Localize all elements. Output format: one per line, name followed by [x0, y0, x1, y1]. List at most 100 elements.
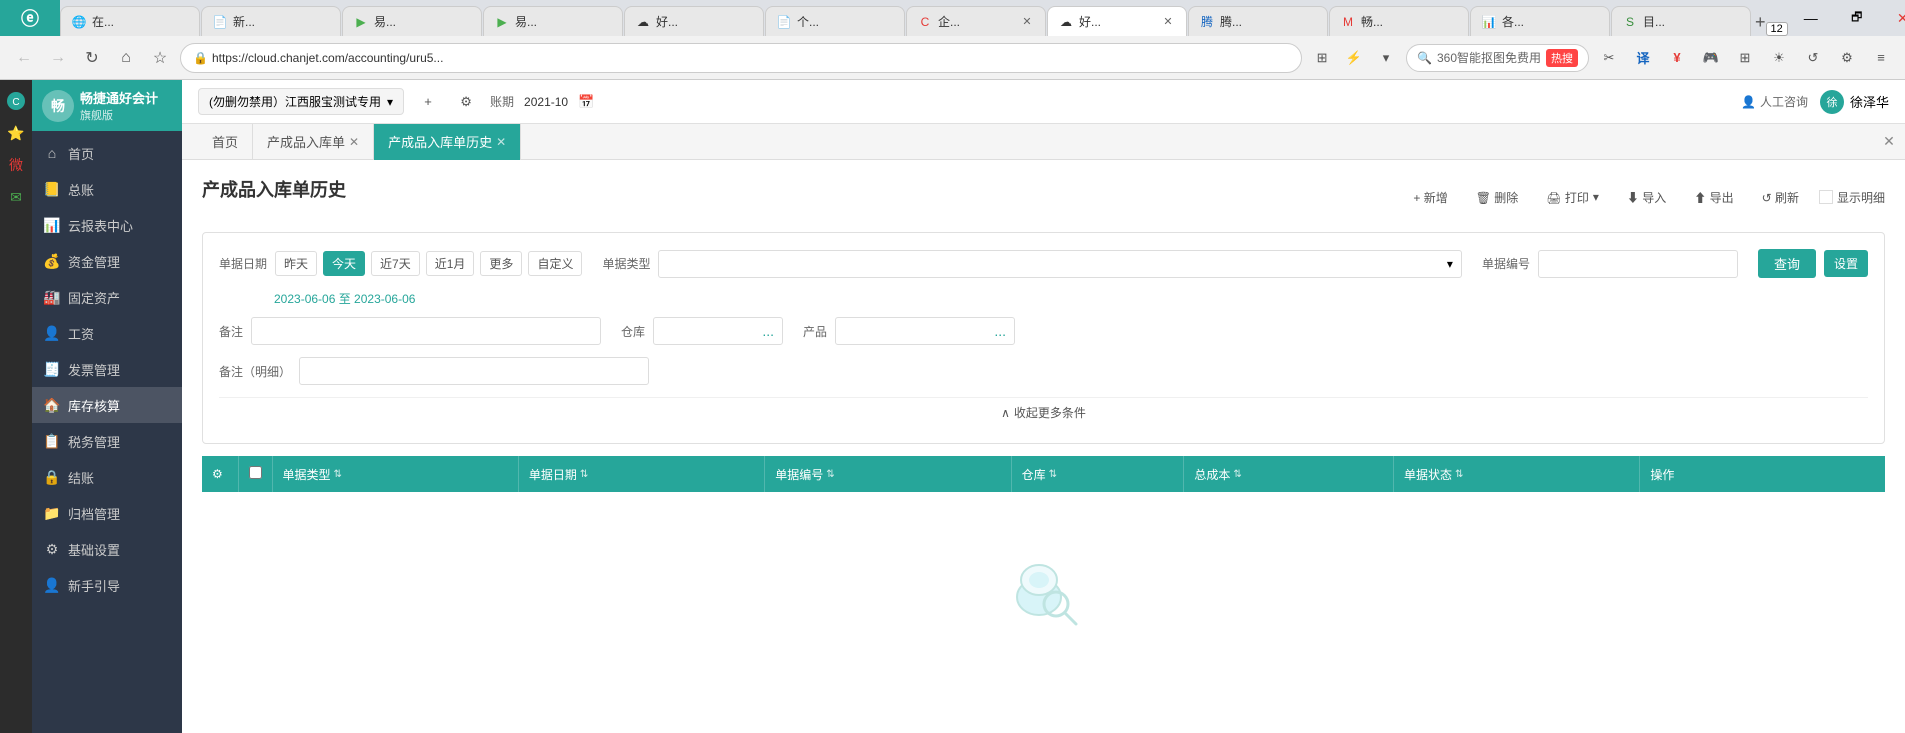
icon-sidebar-mail[interactable]: ✉: [3, 184, 29, 210]
show-cols-checkbox[interactable]: [1819, 190, 1833, 204]
th-cost[interactable]: 总成本 ⇅: [1184, 456, 1394, 492]
sidebar-item-archive[interactable]: 📁 归档管理: [32, 495, 182, 531]
sidebar-item-newuser[interactable]: 👤 新手引导: [32, 567, 182, 603]
tab-11[interactable]: 📊 各...: [1470, 6, 1610, 36]
sidebar-item-payroll[interactable]: 👤 工资: [32, 315, 182, 351]
delete-button[interactable]: 🗑 删除: [1468, 185, 1527, 210]
tab-breadcrumb-home[interactable]: 首页: [198, 124, 253, 160]
brightness-button[interactable]: ☀: [1765, 44, 1793, 72]
icon-sidebar-weibo[interactable]: 微: [3, 152, 29, 178]
date-btn-today[interactable]: 今天: [323, 251, 365, 276]
warehouse-more-icon[interactable]: ...: [762, 323, 774, 339]
new-tab-button[interactable]: +: [1755, 8, 1766, 36]
lightning-button[interactable]: ⚡: [1340, 44, 1368, 72]
th-date[interactable]: 单据日期 ⇅: [518, 456, 764, 492]
back-button[interactable]: ←: [10, 44, 38, 72]
close-window-button[interactable]: ✕: [1880, 0, 1905, 36]
date-btn-yesterday[interactable]: 昨天: [275, 251, 317, 276]
extensions-button[interactable]: ⊞: [1308, 44, 1336, 72]
product-selector[interactable]: ...: [835, 317, 1015, 345]
browser-settings-button[interactable]: ⚙: [1833, 44, 1861, 72]
tab-9[interactable]: 腾 腾...: [1188, 6, 1328, 36]
company-selector[interactable]: (勿删勿禁用）江西服宝测试专用 ▾: [198, 88, 404, 115]
forward-button[interactable]: →: [44, 44, 72, 72]
tab-4[interactable]: ▶ 易...: [483, 6, 623, 36]
th-type[interactable]: 单据类型 ⇅: [272, 456, 518, 492]
calendar-icon[interactable]: 📅: [578, 94, 594, 110]
panel-close-button[interactable]: ✕: [1877, 130, 1901, 154]
select-all-checkbox[interactable]: [249, 466, 262, 479]
tab-8-close-icon[interactable]: ✕: [1160, 14, 1176, 30]
bookmark-button[interactable]: ☆: [146, 44, 174, 72]
maximize-button[interactable]: 🗗: [1834, 0, 1880, 36]
service-button[interactable]: 👤 人工咨询: [1741, 93, 1808, 110]
add-company-button[interactable]: +: [414, 88, 442, 116]
dropdown-button[interactable]: ▾: [1372, 44, 1400, 72]
sidebar-item-close[interactable]: 🔒 结账: [32, 459, 182, 495]
company-settings-button[interactable]: ⚙: [452, 88, 480, 116]
sidebar-item-basic[interactable]: ⚙ 基础设置: [32, 531, 182, 567]
date-btn-more[interactable]: 更多: [480, 251, 522, 276]
sidebar-item-inventory[interactable]: 🏠 库存核算: [32, 387, 182, 423]
translate-button[interactable]: 译: [1629, 44, 1657, 72]
url-bar[interactable]: 🔒 https://cloud.chanjet.com/accounting/u…: [180, 43, 1302, 73]
game-button[interactable]: 🎮: [1697, 44, 1725, 72]
th-settings[interactable]: ⚙: [202, 456, 238, 492]
type-selector[interactable]: ▾: [658, 250, 1461, 278]
th-no[interactable]: 单据编号 ⇅: [765, 456, 1011, 492]
import-button[interactable]: ⬇ 导入: [1619, 185, 1674, 210]
minimize-button[interactable]: —: [1788, 0, 1834, 36]
user-profile[interactable]: 徐 徐泽华: [1820, 90, 1889, 114]
voucher-no-input[interactable]: [1538, 250, 1738, 278]
th-status[interactable]: 单据状态 ⇅: [1394, 456, 1640, 492]
scissors-button[interactable]: ✂: [1595, 44, 1623, 72]
sidebar-item-fixed[interactable]: 🏭 固定资产: [32, 279, 182, 315]
icon-sidebar-circle[interactable]: C: [3, 88, 29, 114]
date-btn-custom[interactable]: 自定义: [528, 251, 582, 276]
remark-detail-input[interactable]: [299, 357, 649, 385]
tab-5[interactable]: ☁ 好...: [624, 6, 764, 36]
tab-1[interactable]: 🌐 在...: [60, 6, 200, 36]
sidebar-item-fund[interactable]: 💰 资金管理: [32, 243, 182, 279]
tab-2[interactable]: 📄 新...: [201, 6, 341, 36]
query-button[interactable]: 查询: [1758, 249, 1816, 278]
show-cols-toggle[interactable]: 显示明细: [1819, 189, 1885, 206]
tab-10[interactable]: M 畅...: [1329, 6, 1469, 36]
tab-inventory-list-close-icon[interactable]: ✕: [349, 135, 359, 149]
th-checkbox[interactable]: [238, 456, 272, 492]
print-dropdown-icon[interactable]: ▾: [1593, 190, 1599, 204]
th-warehouse[interactable]: 仓库 ⇅: [1011, 456, 1184, 492]
refresh-button[interactable]: ↻: [78, 44, 106, 72]
export-button[interactable]: ⬆ 导出: [1686, 185, 1741, 210]
tab-8[interactable]: ☁ 好... ✕: [1047, 6, 1187, 36]
home-button[interactable]: ⌂: [112, 44, 140, 72]
product-more-icon[interactable]: ...: [994, 323, 1006, 339]
warehouse-selector[interactable]: ...: [653, 317, 783, 345]
sidebar-item-tax[interactable]: 📋 税务管理: [32, 423, 182, 459]
refresh-data-button[interactable]: ↺ 刷新: [1754, 185, 1807, 210]
search-360-bar[interactable]: 🔍 360智能抠图免费用 热搜: [1406, 44, 1589, 72]
tab-inventory-history[interactable]: 产成品入库单历史 ✕: [374, 124, 521, 160]
browser-refresh-button[interactable]: ↺: [1799, 44, 1827, 72]
tab-7-close-icon[interactable]: ✕: [1019, 14, 1035, 30]
tab-inventory-list[interactable]: 产成品入库单 ✕: [253, 124, 374, 160]
collapse-button[interactable]: ∧ 收起更多条件: [219, 397, 1868, 427]
tab-12[interactable]: S 目...: [1611, 6, 1751, 36]
sidebar-item-report[interactable]: 📊 云报表中心: [32, 207, 182, 243]
tab-7[interactable]: C 企... ✕: [906, 6, 1046, 36]
date-btn-1month[interactable]: 近1月: [426, 251, 475, 276]
tab-6[interactable]: 📄 个...: [765, 6, 905, 36]
print-button[interactable]: 🖨 打印 ▾: [1538, 185, 1607, 210]
remark-input[interactable]: [251, 317, 601, 345]
date-btn-7days[interactable]: 近7天: [371, 251, 420, 276]
grid-view-button[interactable]: ⊞: [1731, 44, 1759, 72]
settings-button[interactable]: 设置: [1824, 250, 1868, 277]
tab-inventory-history-close-icon[interactable]: ✕: [496, 135, 506, 149]
yuan-button[interactable]: ¥: [1663, 44, 1691, 72]
add-button[interactable]: + 新增: [1405, 185, 1455, 210]
sidebar-item-home[interactable]: ⌂ 首页: [32, 135, 182, 171]
icon-sidebar-star[interactable]: ⭐: [3, 120, 29, 146]
tab-3[interactable]: ▶ 易...: [342, 6, 482, 36]
sidebar-item-ledger[interactable]: 📒 总账: [32, 171, 182, 207]
sidebar-item-invoice[interactable]: 🧾 发票管理: [32, 351, 182, 387]
